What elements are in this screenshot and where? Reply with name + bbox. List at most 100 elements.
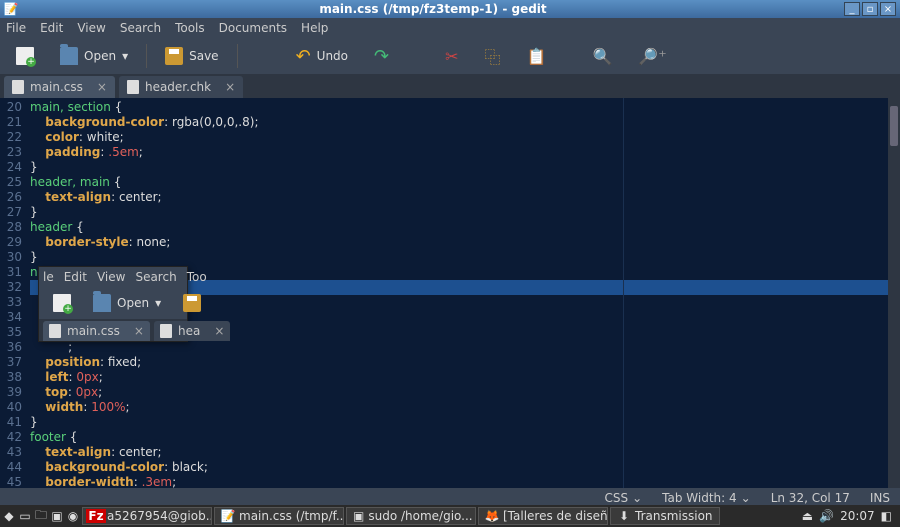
task-icon: 🦊 xyxy=(485,509,499,523)
open-button[interactable]: Open▾ xyxy=(85,290,169,316)
line-number: 34 xyxy=(0,310,22,325)
code-line[interactable]: border-width: .3em; xyxy=(30,475,888,490)
new-doc-button[interactable] xyxy=(8,43,42,69)
menu-documents[interactable]: Documents xyxy=(219,21,287,35)
code-line[interactable]: left: 0px; xyxy=(30,370,888,385)
redo-button[interactable]: ↷ xyxy=(366,42,397,71)
menu-search[interactable]: Search xyxy=(135,270,176,284)
task-icon: ⬇ xyxy=(617,509,631,523)
code-line[interactable]: main, section { xyxy=(30,100,888,115)
new-doc-button[interactable] xyxy=(45,290,79,316)
code-line[interactable]: header, main { xyxy=(30,175,888,190)
document-tab[interactable]: hea× xyxy=(154,321,230,341)
menu-tools[interactable]: Tools xyxy=(175,21,205,35)
document-tab[interactable]: header.chk× xyxy=(119,76,243,98)
window-title: main.css (/tmp/fz3temp-1) - gedit xyxy=(22,2,844,16)
undo-label: Undo xyxy=(317,49,348,63)
code-line[interactable]: background-color: rgba(0,0,0,.8); xyxy=(30,115,888,130)
code-line[interactable]: border-style: none; xyxy=(30,235,888,250)
code-line[interactable]: text-align: center; xyxy=(30,445,888,460)
code-line[interactable]: footer { xyxy=(30,430,888,445)
document-icon xyxy=(12,80,24,94)
volume-icon[interactable]: 🔊 xyxy=(819,509,834,523)
menu-file[interactable]: File xyxy=(6,21,26,35)
terminal-icon[interactable]: ▣ xyxy=(50,509,64,523)
code-line[interactable]: } xyxy=(30,160,888,175)
taskbar-item[interactable]: Fza5267954@giob... xyxy=(82,507,212,525)
browser-icon[interactable]: ◉ xyxy=(66,509,80,523)
task-icon: ▣ xyxy=(353,509,364,523)
task-label: Transmission xyxy=(635,509,713,523)
file-manager-icon[interactable]: 🗀 xyxy=(34,509,48,523)
close-button[interactable]: × xyxy=(880,2,896,16)
line-number: 44 xyxy=(0,460,22,475)
line-number: 20 xyxy=(0,100,22,115)
code-line[interactable]: position: fixed; xyxy=(30,355,888,370)
menu-file[interactable]: le xyxy=(43,270,54,284)
toolbar: Open ▾ Save ↶ Undo ↷ ✂ ⿻ 📋 🔍 🔎⁺ xyxy=(0,38,900,74)
menu-tools[interactable]: Too xyxy=(187,270,207,284)
line-number: 22 xyxy=(0,130,22,145)
floated-gedit-window[interactable]: le Edit View Search Too Open▾ main.css×h… xyxy=(38,266,188,342)
code-line[interactable]: padding: .5em; xyxy=(30,145,888,160)
taskbar-item[interactable]: ▣ sudo /home/gio... xyxy=(346,507,476,525)
tray-icon[interactable]: ◧ xyxy=(881,509,892,523)
cut-button[interactable]: ✂ xyxy=(437,43,466,70)
task-label: sudo /home/gio... xyxy=(368,509,472,523)
tab-close-icon[interactable]: × xyxy=(134,324,144,338)
chevron-down-icon: ⌄ xyxy=(632,491,642,505)
copy-button[interactable]: ⿻ xyxy=(477,40,509,72)
code-line[interactable]: } xyxy=(30,415,888,430)
code-line[interactable]: } xyxy=(30,205,888,220)
start-menu-icon[interactable]: ◆ xyxy=(2,509,16,523)
document-tab[interactable]: main.css× xyxy=(4,76,115,98)
line-number: 41 xyxy=(0,415,22,430)
tab-close-icon[interactable]: × xyxy=(97,80,107,94)
tab-close-icon[interactable]: × xyxy=(214,324,224,338)
code-line[interactable]: width: 100%; xyxy=(30,400,888,415)
show-desktop-icon[interactable]: ▭ xyxy=(18,509,32,523)
maximize-button[interactable]: ▫ xyxy=(862,2,878,16)
code-line[interactable]: header { xyxy=(30,220,888,235)
scrollbar[interactable] xyxy=(888,98,900,488)
menu-edit[interactable]: Edit xyxy=(64,270,87,284)
code-line[interactable]: color: white; xyxy=(30,130,888,145)
language-selector[interactable]: CSS ⌄ xyxy=(604,491,642,505)
document-icon xyxy=(127,80,139,94)
taskbar-item[interactable]: ⬇ Transmission xyxy=(610,507,720,525)
line-number: 45 xyxy=(0,475,22,490)
taskbar-item[interactable]: 🦊[Talleres de diseñ... xyxy=(478,507,608,525)
undo-icon: ↶ xyxy=(296,46,311,67)
menu-edit[interactable]: Edit xyxy=(40,21,63,35)
save-button[interactable]: Save xyxy=(157,43,226,69)
tray-icon[interactable]: ⏏ xyxy=(802,509,813,523)
undo-button[interactable]: ↶ Undo xyxy=(288,42,356,71)
menu-view[interactable]: View xyxy=(77,21,105,35)
copy-icon: ⿻ xyxy=(485,44,501,68)
line-number: 24 xyxy=(0,160,22,175)
open-button[interactable]: Open ▾ xyxy=(52,43,136,69)
document-tab[interactable]: main.css× xyxy=(43,321,150,341)
scrollbar-thumb[interactable] xyxy=(890,106,898,146)
save-button[interactable] xyxy=(175,290,209,316)
menu-search[interactable]: Search xyxy=(120,21,161,35)
find-button[interactable]: 🔍 xyxy=(584,43,620,70)
taskbar-item[interactable]: 📝main.css (/tmp/f... xyxy=(214,507,344,525)
menu-help[interactable]: Help xyxy=(301,21,328,35)
task-icon: Fz xyxy=(89,509,103,523)
chevron-down-icon: ▾ xyxy=(155,296,161,310)
menu-view[interactable]: View xyxy=(97,270,125,284)
paste-button[interactable]: 📋 xyxy=(519,43,555,70)
code-line[interactable]: ; xyxy=(30,340,888,355)
insert-mode[interactable]: INS xyxy=(870,491,890,505)
code-line[interactable]: } xyxy=(30,250,888,265)
minimize-button[interactable]: _ xyxy=(844,2,860,16)
clock[interactable]: 20:07 xyxy=(840,509,875,523)
tab-width-selector[interactable]: Tab Width: 4 ⌄ xyxy=(662,491,751,505)
find-replace-button[interactable]: 🔎⁺ xyxy=(630,43,674,70)
code-line[interactable]: background-color: black; xyxy=(30,460,888,475)
code-line[interactable]: text-align: center; xyxy=(30,190,888,205)
tab-close-icon[interactable]: × xyxy=(225,80,235,94)
line-number: 37 xyxy=(0,355,22,370)
code-line[interactable]: top: 0px; xyxy=(30,385,888,400)
